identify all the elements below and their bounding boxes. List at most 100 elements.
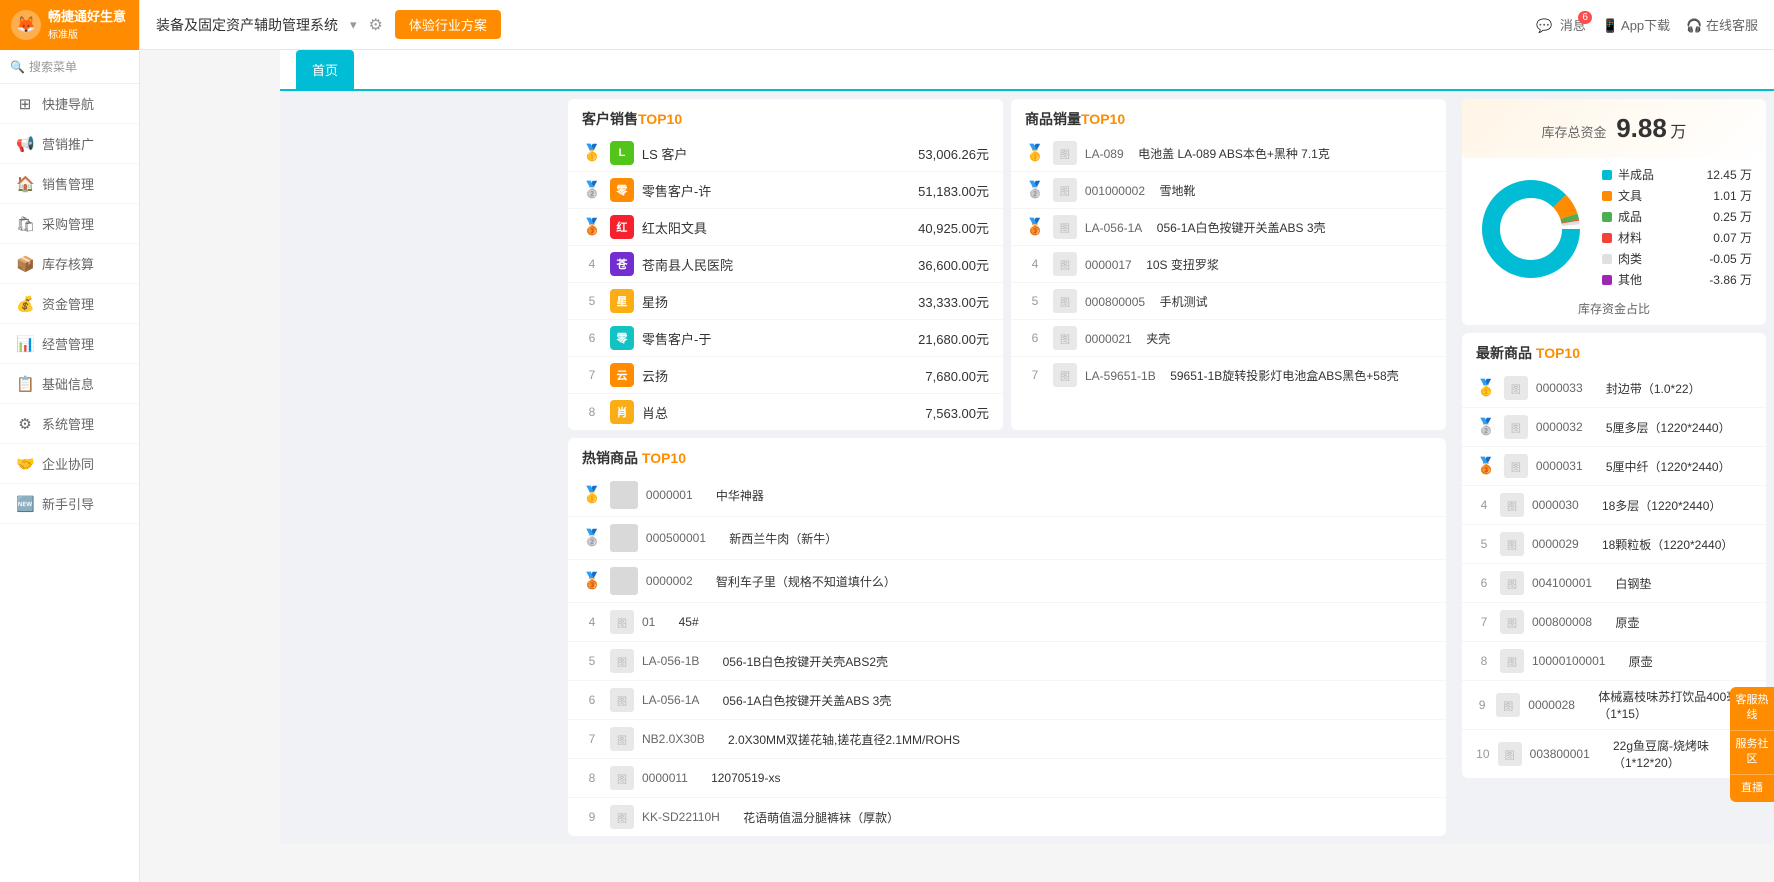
service-btn[interactable]: 🎧 在线客服 bbox=[1686, 15, 1758, 34]
product-thumb bbox=[610, 481, 638, 509]
rank-num: 8 bbox=[1476, 654, 1492, 668]
sidebar-item-guide[interactable]: 🆕新手引导 bbox=[0, 484, 139, 524]
legend-value: 0.25 万 bbox=[1713, 208, 1752, 225]
product-icon: 图 bbox=[1504, 454, 1528, 478]
product-code: 003800001 bbox=[1530, 747, 1590, 761]
sidebar-item-purchase[interactable]: 🛍采购管理 bbox=[0, 204, 139, 244]
customer-avatar: 云 bbox=[610, 363, 634, 387]
legend-dot bbox=[1602, 275, 1612, 285]
product-name: 18颗粒板（1220*2440） bbox=[1602, 536, 1733, 553]
sidebar-item-sales[interactable]: 🏠销售管理 bbox=[0, 164, 139, 204]
sidebar-item-quick-nav[interactable]: ⊞快捷导航 bbox=[0, 84, 139, 124]
product-icon: 图 bbox=[610, 610, 634, 634]
mobile-icon: 📱 bbox=[1602, 18, 1618, 33]
sidebar-item-finance[interactable]: 💰资金管理 bbox=[0, 284, 139, 324]
legend-item: 肉类 -0.05 万 bbox=[1602, 250, 1752, 267]
product-name: 2.0X30MM双搓花轴,搓花直径2.1MM/ROHS bbox=[728, 731, 960, 748]
rank-num: 6 bbox=[582, 693, 602, 707]
legend-label: 成品 bbox=[1618, 208, 1707, 225]
product-icon: 图 bbox=[1500, 610, 1524, 634]
rank-medal: 🥈 bbox=[1025, 180, 1045, 200]
finance-icon: 💰 bbox=[16, 295, 34, 313]
system-title: 装备及固定资产辅助管理系统 bbox=[156, 15, 338, 35]
sidebar-item-system[interactable]: ⚙系统管理 bbox=[0, 404, 139, 444]
search-menu-label: 搜索菜单 bbox=[29, 58, 77, 75]
rank-medal: 🥈 bbox=[582, 528, 602, 548]
newest-product-row: 🥈 图 0000032 5厘多层（1220*2440） bbox=[1462, 408, 1766, 447]
product-name: 056-1B白色按键开关壳ABS2壳 bbox=[723, 653, 888, 670]
floating-btn[interactable]: 客服热线 bbox=[1730, 687, 1774, 731]
legend-item: 材料 0.07 万 bbox=[1602, 229, 1752, 246]
app-download-btn[interactable]: 📱 App下载 bbox=[1602, 15, 1670, 34]
dropdown-icon[interactable]: ▾ bbox=[350, 17, 357, 33]
newest-products-card: 最新商品 TOP10 🥇 图 0000033 封边带（1.0*22） 🥈 图 0… bbox=[1462, 333, 1766, 778]
inventory-summary: 库存总资金 9.88 万 bbox=[1462, 99, 1766, 158]
newest-product-row: 8 图 10000100001 原壶 bbox=[1462, 642, 1766, 681]
floating-btn[interactable]: 直播 bbox=[1730, 775, 1774, 802]
topbar: 装备及固定资产辅助管理系统 ▾ ⚙ 体验行业方案 💬 6 消息 📱 App下载 … bbox=[140, 0, 1774, 50]
sidebar-item-operations[interactable]: 📊经营管理 bbox=[0, 324, 139, 364]
product-code: 0000032 bbox=[1536, 420, 1583, 434]
hot-product-row: 9 图 KK-SD22110H 花语萌值温分腿裤袜（厚款） bbox=[568, 798, 1446, 836]
message-btn[interactable]: 💬 6 消息 bbox=[1536, 15, 1586, 34]
sidebar-item-basic-info[interactable]: 📋基础信息 bbox=[0, 364, 139, 404]
rank-num: 5 bbox=[1476, 537, 1492, 551]
floating-btn[interactable]: 服务社区 bbox=[1730, 731, 1774, 775]
customer-amount: 36,600.00元 bbox=[918, 255, 989, 274]
product-info: 0000021 夹壳 bbox=[1085, 330, 1432, 347]
legend-item: 其他 -3.86 万 bbox=[1602, 271, 1752, 288]
sidebar-logo: 🦊 畅捷通好生意 标准版 bbox=[0, 0, 139, 50]
product-code: 0000028 bbox=[1528, 698, 1575, 712]
logo-icon: 🦊 bbox=[10, 9, 42, 41]
trial-btn[interactable]: 体验行业方案 bbox=[395, 10, 501, 39]
marketing-icon: 📢 bbox=[16, 135, 34, 153]
hot-product-row: 🥈 000500001 新西兰牛肉（新牛） bbox=[568, 517, 1446, 560]
top-section: 客户销售TOP10 🥇 L LS 客户 53,006.26元 🥈 零 零售客户-… bbox=[568, 99, 1446, 430]
product-icon: 图 bbox=[1500, 649, 1524, 673]
legend-label: 其他 bbox=[1618, 271, 1703, 288]
customer-amount: 21,680.00元 bbox=[918, 329, 989, 348]
product-code: 0000029 bbox=[1532, 537, 1579, 551]
sidebar-item-enterprise[interactable]: 🤝企业协同 bbox=[0, 444, 139, 484]
sidebar-search-area[interactable]: 🔍 搜索菜单 bbox=[0, 50, 139, 84]
product-code: LA-056-1B bbox=[642, 654, 699, 668]
rank-medal: 🥉 bbox=[1025, 217, 1045, 237]
tab-home[interactable]: 首页 bbox=[296, 50, 354, 89]
rank-medal: 🥉 bbox=[582, 571, 602, 591]
product-code: LA-056-1A bbox=[1085, 221, 1142, 235]
rank-num: 9 bbox=[1476, 698, 1488, 712]
legend-dot bbox=[1602, 233, 1612, 243]
product-icon: 图 bbox=[1053, 289, 1077, 313]
hot-products-card: 热销商品 TOP10 🥇 0000001 中华神器 🥈 000500001 新西… bbox=[568, 438, 1446, 836]
product-code: 0000031 bbox=[1536, 459, 1583, 473]
product-icon: 图 bbox=[1496, 693, 1520, 717]
product-code: 001000002 bbox=[1085, 184, 1145, 198]
customer-row: 🥇 L LS 客户 53,006.26元 bbox=[568, 135, 1003, 172]
product-name: 花语萌值温分腿裤袜（厚款） bbox=[743, 809, 899, 826]
product-thumb bbox=[610, 567, 638, 595]
sidebar-item-marketing[interactable]: 📢营销推广 bbox=[0, 124, 139, 164]
product-name: 原壶 bbox=[1615, 614, 1639, 631]
sidebar-item-inventory[interactable]: 📦库存核算 bbox=[0, 244, 139, 284]
product-qty-row: 🥇 图 LA-089 电池盖 LA-089 ABS本色+黑种 7.1克 bbox=[1011, 135, 1446, 172]
customer-amount: 51,183.00元 bbox=[918, 181, 989, 200]
guide-icon: 🆕 bbox=[16, 495, 34, 513]
product-code: LA-59651-1B bbox=[1085, 369, 1156, 383]
hot-product-row: 4 图 01 45# bbox=[568, 603, 1446, 642]
product-info: LA-089 电池盖 LA-089 ABS本色+黑种 7.1克 bbox=[1085, 145, 1432, 162]
hot-products-header: 热销商品 TOP10 bbox=[568, 438, 1446, 474]
inventory-label: 库存总资金 bbox=[1542, 125, 1607, 140]
product-code: 10000100001 bbox=[1532, 654, 1605, 668]
headset-icon: 🎧 bbox=[1686, 18, 1702, 33]
floating-btns: 客服热线服务社区直播 bbox=[1730, 687, 1774, 802]
inventory-icon: 📦 bbox=[16, 255, 34, 273]
rank-num: 4 bbox=[1025, 257, 1045, 271]
product-code: 0000033 bbox=[1536, 381, 1583, 395]
customer-row: 🥈 零 零售客户-许 51,183.00元 bbox=[568, 172, 1003, 209]
newest-product-row: 🥉 图 0000031 5厘中纤（1220*2440） bbox=[1462, 447, 1766, 486]
search-menu-btn[interactable]: 🔍 搜索菜单 bbox=[10, 58, 129, 75]
gear-icon[interactable]: ⚙ bbox=[369, 15, 383, 35]
sales-icon: 🏠 bbox=[16, 175, 34, 193]
hot-product-row: 🥇 0000001 中华神器 bbox=[568, 474, 1446, 517]
customer-name: LS 客户 bbox=[642, 144, 910, 163]
